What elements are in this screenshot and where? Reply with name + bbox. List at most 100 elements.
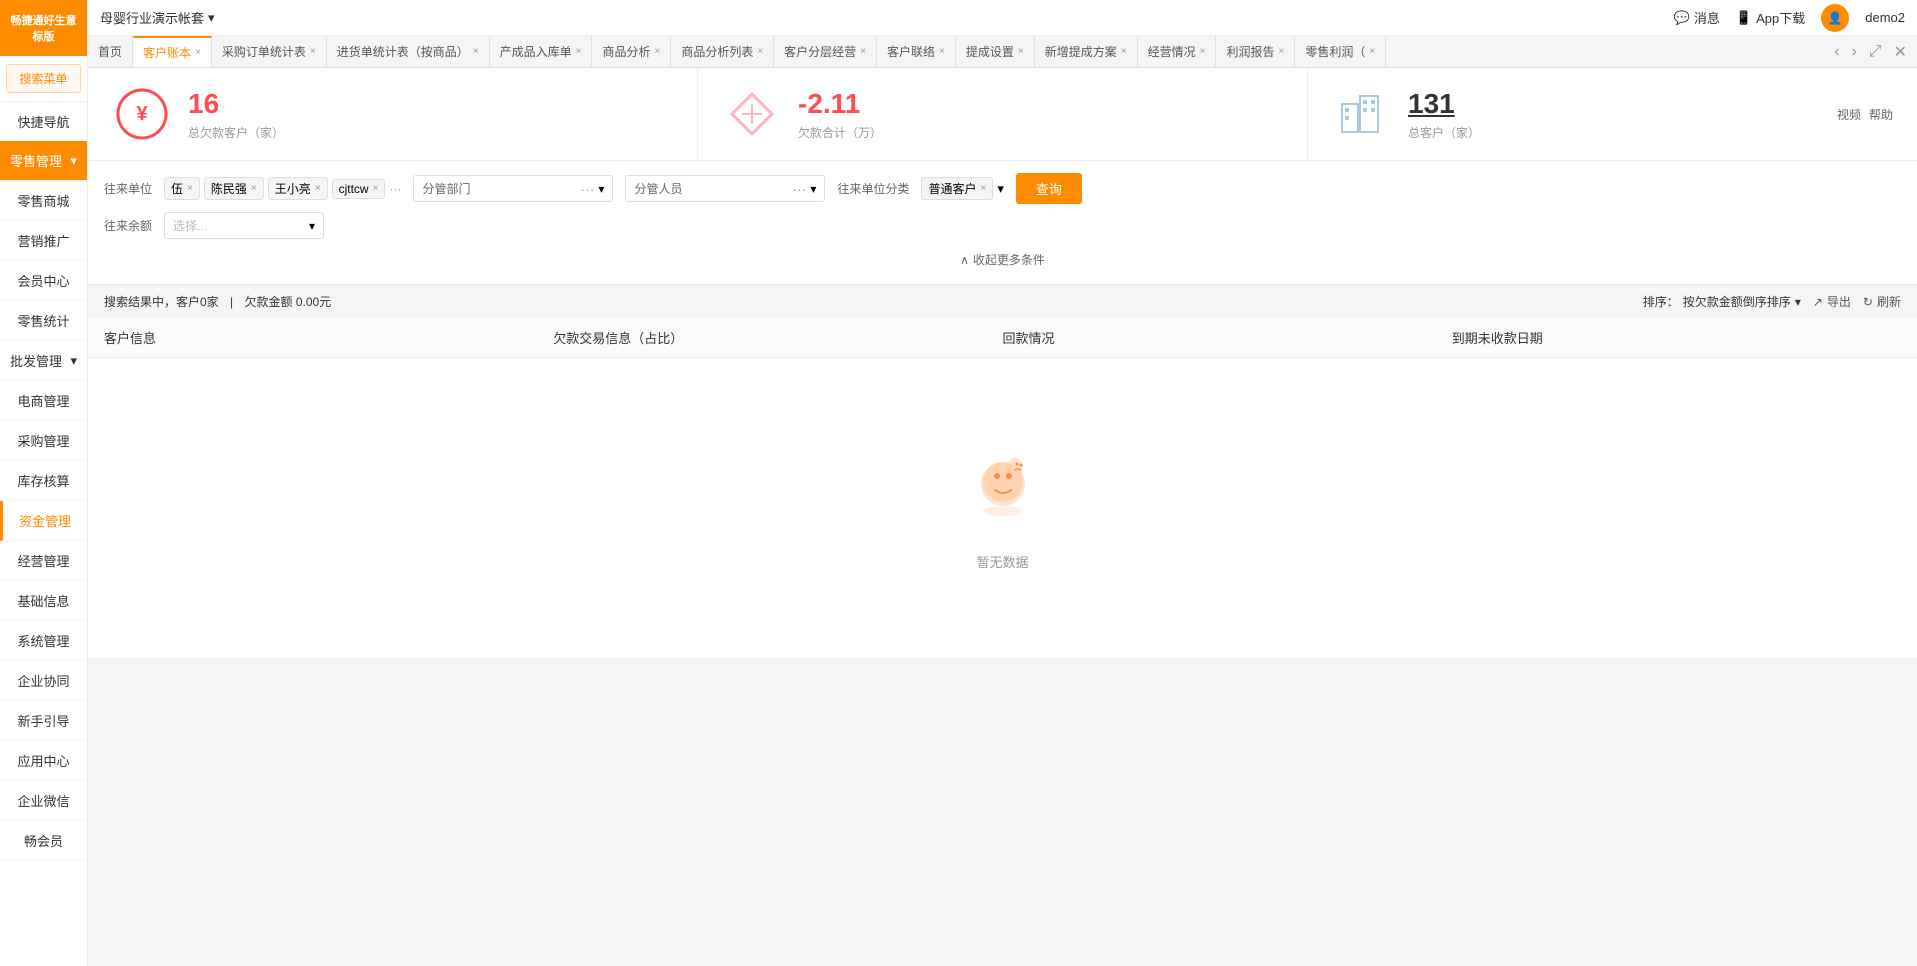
tabs-close-all-button[interactable]: ✕ xyxy=(1890,40,1911,64)
sidebar-item-sys[interactable]: 系统管理 xyxy=(0,621,87,661)
sidebar-item-marketing[interactable]: 营销推广 xyxy=(0,221,87,261)
tab-label: 利润报告 xyxy=(1226,43,1274,60)
tab-retail-profit[interactable]: 零售利润（ × xyxy=(1295,36,1386,68)
tab-close-icon[interactable]: × xyxy=(860,46,866,57)
topbar: 母婴行业演示帐套 ▾ 💬 消息 📱 App下载 👤 demo2 xyxy=(88,0,1917,36)
tab-promotion-settings[interactable]: 提成设置 × xyxy=(956,36,1035,68)
person-filter-select[interactable]: 分管人员 ··· ▾ xyxy=(625,175,825,202)
sidebar-item-basic-info[interactable]: 基础信息 xyxy=(0,581,87,621)
more-tags-indicator[interactable]: ··· xyxy=(389,182,401,196)
tab-close-icon[interactable]: × xyxy=(654,46,660,57)
logo-text: 畅捷通好生意 xyxy=(11,12,77,28)
dept-label: 分管部门 xyxy=(422,180,470,197)
tab-close-icon[interactable]: × xyxy=(1278,46,1284,57)
tabs-maximize-button[interactable]: ⤢ xyxy=(1865,41,1886,63)
export-label: 导出 xyxy=(1827,293,1851,310)
tab-close-icon[interactable]: × xyxy=(939,46,945,57)
unit-filter-tags: 伍 × 陈民强 × 王小亮 × cjttcw × ··· xyxy=(164,177,401,200)
tab-product-analysis[interactable]: 商品分析 × xyxy=(592,36,671,68)
export-button[interactable]: ↗ 导出 xyxy=(1813,293,1851,310)
dropdown-icon: ▾ xyxy=(208,10,215,26)
user-avatar[interactable]: 👤 xyxy=(1821,4,1849,32)
tab-close-icon[interactable]: × xyxy=(310,46,316,57)
sidebar-item-label: 零售管理 xyxy=(10,151,62,170)
sidebar-item-app-center[interactable]: 应用中心 xyxy=(0,741,87,781)
tab-close-icon[interactable]: × xyxy=(757,46,763,57)
app-download-label: App下载 xyxy=(1756,8,1805,27)
sidebar-item-corp-collab[interactable]: 企业协同 xyxy=(0,661,87,701)
app-download-button[interactable]: 📱 App下载 xyxy=(1736,8,1805,27)
refresh-icon: ↻ xyxy=(1863,295,1873,309)
tabs-next-button[interactable]: › xyxy=(1847,41,1860,63)
topbar-left: 母婴行业演示帐套 ▾ xyxy=(100,8,215,27)
unit-tag-2: 陈民强 × xyxy=(204,177,264,200)
tag-remove-icon[interactable]: × xyxy=(251,183,257,194)
chevron-icon-wholesale: ▾ xyxy=(70,353,77,369)
message-button[interactable]: 💬 消息 xyxy=(1674,8,1720,27)
help-link[interactable]: 帮助 xyxy=(1869,106,1893,123)
sidebar-item-ops[interactable]: 经营管理 xyxy=(0,541,87,581)
sidebar-item-retail-stats[interactable]: 零售统计 xyxy=(0,301,87,341)
tab-close-icon[interactable]: × xyxy=(1369,46,1375,57)
tab-close-icon[interactable]: × xyxy=(1200,46,1206,57)
query-button[interactable]: 查询 xyxy=(1016,173,1082,204)
sort-label: 排序： xyxy=(1643,293,1679,310)
dept-filter-select[interactable]: 分管部门 ··· ▾ xyxy=(413,175,613,202)
sidebar-search-section: 搜索菜单 xyxy=(0,56,87,102)
sidebar-item-inventory[interactable]: 库存核算 xyxy=(0,461,87,501)
quick-nav-item[interactable]: 快捷导航 xyxy=(0,102,87,141)
search-menu-button[interactable]: 搜索菜单 xyxy=(6,64,81,93)
sidebar-item-new-guide[interactable]: 新手引导 xyxy=(0,701,87,741)
total-debt-icon xyxy=(722,84,782,144)
tab-product-inbound[interactable]: 产成品入库单 × xyxy=(490,36,593,68)
tab-ops-situation[interactable]: 经营情况 × xyxy=(1138,36,1217,68)
arrears-amount-text: 欠款金额 0.00元 xyxy=(245,295,332,309)
tab-customer-contact[interactable]: 客户联络 × xyxy=(877,36,956,68)
total-customers-value: 131 xyxy=(1408,88,1480,120)
sidebar-item-finance[interactable]: 资金管理 xyxy=(0,501,87,541)
account-selector[interactable]: 母婴行业演示帐套 ▾ xyxy=(100,8,215,27)
tab-close-icon[interactable]: × xyxy=(1121,46,1127,57)
sidebar-item-retail-mgmt[interactable]: 零售管理 ▾ xyxy=(0,141,87,181)
message-icon: 💬 xyxy=(1674,10,1690,26)
collapse-filter-button[interactable]: ∧ 收起更多条件 xyxy=(104,247,1901,272)
video-link[interactable]: 视频 xyxy=(1837,106,1861,123)
sort-control[interactable]: 排序： 按欠款金额倒序排序 ▾ xyxy=(1643,293,1801,310)
person-label: 分管人员 xyxy=(634,180,682,197)
summary-card-data-debt: -2.11 欠款合计（万） xyxy=(798,88,882,141)
sidebar-item-ecom[interactable]: 电商管理 xyxy=(0,381,87,421)
sidebar-item-corp-wechat[interactable]: 企业微信 xyxy=(0,781,87,821)
tab-customer-balance[interactable]: 客户账本 × xyxy=(133,36,212,68)
tab-close-icon[interactable]: × xyxy=(473,46,479,57)
tab-profit-report[interactable]: 利润报告 × xyxy=(1216,36,1295,68)
sidebar-item-purchase[interactable]: 采购管理 xyxy=(0,421,87,461)
refresh-button[interactable]: ↻ 刷新 xyxy=(1863,293,1901,310)
tag-remove-icon[interactable]: × xyxy=(187,183,193,194)
tag-remove-icon[interactable]: × xyxy=(980,183,986,194)
tag-text: cjttcw xyxy=(339,182,369,196)
unit-tag-3: 王小亮 × xyxy=(268,177,328,200)
summary-card-total-debt: -2.11 欠款合计（万） xyxy=(698,68,1308,160)
tab-product-analysis-list[interactable]: 商品分析列表 × xyxy=(671,36,774,68)
tabs-prev-button[interactable]: ‹ xyxy=(1830,41,1843,63)
table-header-col-2: 欠款交易信息（占比） xyxy=(553,328,1002,347)
sidebar-item-vip-member[interactable]: 畅会员 xyxy=(0,821,87,861)
table-header-col-1: 客户信息 xyxy=(104,328,553,347)
sidebar-item-member-center[interactable]: 会员中心 xyxy=(0,261,87,301)
tag-remove-icon[interactable]: × xyxy=(373,183,379,194)
tab-label: 新增提成方案 xyxy=(1045,43,1117,60)
tab-home[interactable]: 首页 xyxy=(88,36,133,68)
tag-remove-icon[interactable]: × xyxy=(315,183,321,194)
tab-label: 客户分层经营 xyxy=(784,43,856,60)
balance-filter-select[interactable]: 选择... ▾ xyxy=(164,212,324,239)
tab-customer-segment[interactable]: 客户分层经营 × xyxy=(774,36,877,68)
tab-close-icon[interactable]: × xyxy=(195,47,201,58)
tab-close-icon[interactable]: × xyxy=(576,46,582,57)
total-customers-label: 总客户（家） xyxy=(1408,124,1480,141)
sidebar-item-retail-mall[interactable]: 零售商城 xyxy=(0,181,87,221)
sidebar-item-wholesale-mgmt[interactable]: 批发管理 ▾ xyxy=(0,341,87,381)
tab-inbound-stats[interactable]: 进货单统计表（按商品） × xyxy=(327,36,490,68)
tab-new-promotion[interactable]: 新增提成方案 × xyxy=(1035,36,1138,68)
tab-close-icon[interactable]: × xyxy=(1018,46,1024,57)
tab-purchase-order-stats[interactable]: 采购订单统计表 × xyxy=(212,36,327,68)
